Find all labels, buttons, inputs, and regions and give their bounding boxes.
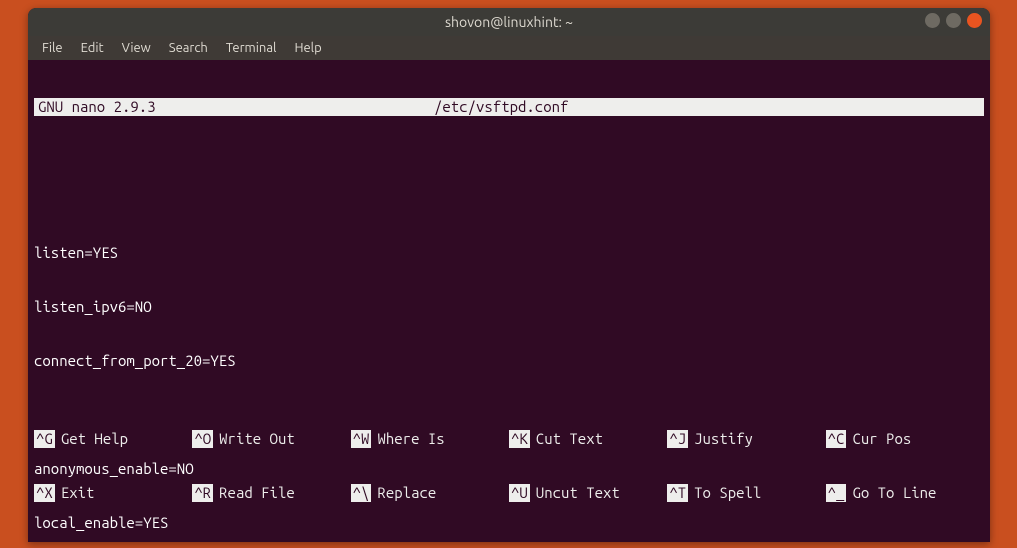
shortcut-cut-text: ^K Cut Text <box>509 430 667 448</box>
shortcut-desc: Exit <box>61 484 95 502</box>
shortcut-key: ^O <box>192 430 213 448</box>
shortcut-justify: ^J Justify <box>667 430 825 448</box>
shortcut-desc: Where Is <box>377 430 444 448</box>
shortcut-row: ^G Get Help ^O Write Out ^W Where Is ^K Cut … <box>34 430 984 448</box>
shortcut-get-help: ^G Get Help <box>34 430 192 448</box>
shortcut-key: ^\ <box>351 484 372 502</box>
shortcut-key: ^T <box>667 484 688 502</box>
shortcut-desc: Write Out <box>219 430 295 448</box>
shortcut-key: ^W <box>351 430 372 448</box>
shortcut-where-is: ^W Where Is <box>351 430 509 448</box>
nano-filename: /etc/vsftpd.conf <box>434 98 984 116</box>
shortcut-desc: Read File <box>219 484 295 502</box>
shortcut-key: ^G <box>34 430 55 448</box>
shortcut-key: ^C <box>826 430 847 448</box>
shortcut-row: ^X Exit ^R Read File ^\ Replace ^U Uncut Tex… <box>34 484 984 502</box>
shortcut-desc: Cur Pos <box>852 430 911 448</box>
shortcut-desc: To Spell <box>694 484 761 502</box>
menu-search[interactable]: Search <box>161 39 216 57</box>
shortcut-desc: Get Help <box>61 430 128 448</box>
titlebar: shovon@linuxhint: ~ <box>28 8 990 36</box>
shortcut-cur-pos: ^C Cur Pos <box>826 430 984 448</box>
shortcut-exit: ^X Exit <box>34 484 192 502</box>
shortcut-key: ^J <box>667 430 688 448</box>
maximize-icon[interactable] <box>946 13 961 28</box>
config-line: listen=YES <box>34 244 984 262</box>
shortcut-replace: ^\ Replace <box>351 484 509 502</box>
shortcut-uncut-text: ^U Uncut Text <box>509 484 667 502</box>
shortcut-key: ^R <box>192 484 213 502</box>
shortcut-key: ^K <box>509 430 530 448</box>
terminal-window: shovon@linuxhint: ~ File Edit View Searc… <box>28 8 990 542</box>
menu-terminal[interactable]: Terminal <box>218 39 285 57</box>
shortcut-key: ^_ <box>826 484 847 502</box>
menu-help[interactable]: Help <box>286 39 329 57</box>
shortcut-key: ^X <box>34 484 55 502</box>
shortcut-key: ^U <box>509 484 530 502</box>
shortcut-desc: Replace <box>377 484 436 502</box>
terminal-area[interactable]: GNU nano 2.9.3 /etc/vsftpd.conf listen=Y… <box>28 60 990 542</box>
shortcut-to-spell: ^T To Spell <box>667 484 825 502</box>
minimize-icon[interactable] <box>925 13 940 28</box>
shortcut-desc: Justify <box>694 430 753 448</box>
config-line <box>34 190 984 208</box>
menu-view[interactable]: View <box>114 39 159 57</box>
shortcut-go-to-line: ^_ Go To Line <box>826 484 984 502</box>
menu-file[interactable]: File <box>34 39 71 57</box>
close-icon[interactable] <box>967 13 982 28</box>
shortcut-desc: Uncut Text <box>536 484 620 502</box>
shortcut-write-out: ^O Write Out <box>192 430 350 448</box>
config-line: connect_from_port_20=YES <box>34 352 984 370</box>
shortcut-desc: Go To Line <box>852 484 936 502</box>
config-line: listen_ipv6=NO <box>34 298 984 316</box>
menubar: File Edit View Search Terminal Help <box>28 36 990 60</box>
shortcut-read-file: ^R Read File <box>192 484 350 502</box>
nano-footer: ^G Get Help ^O Write Out ^W Where Is ^K Cut … <box>34 394 984 538</box>
shortcut-desc: Cut Text <box>536 430 603 448</box>
window-title: shovon@linuxhint: ~ <box>445 14 573 30</box>
nano-header: GNU nano 2.9.3 /etc/vsftpd.conf <box>34 98 984 116</box>
nano-version: GNU nano 2.9.3 <box>34 98 434 116</box>
menu-edit[interactable]: Edit <box>73 39 112 57</box>
window-controls <box>925 13 982 28</box>
